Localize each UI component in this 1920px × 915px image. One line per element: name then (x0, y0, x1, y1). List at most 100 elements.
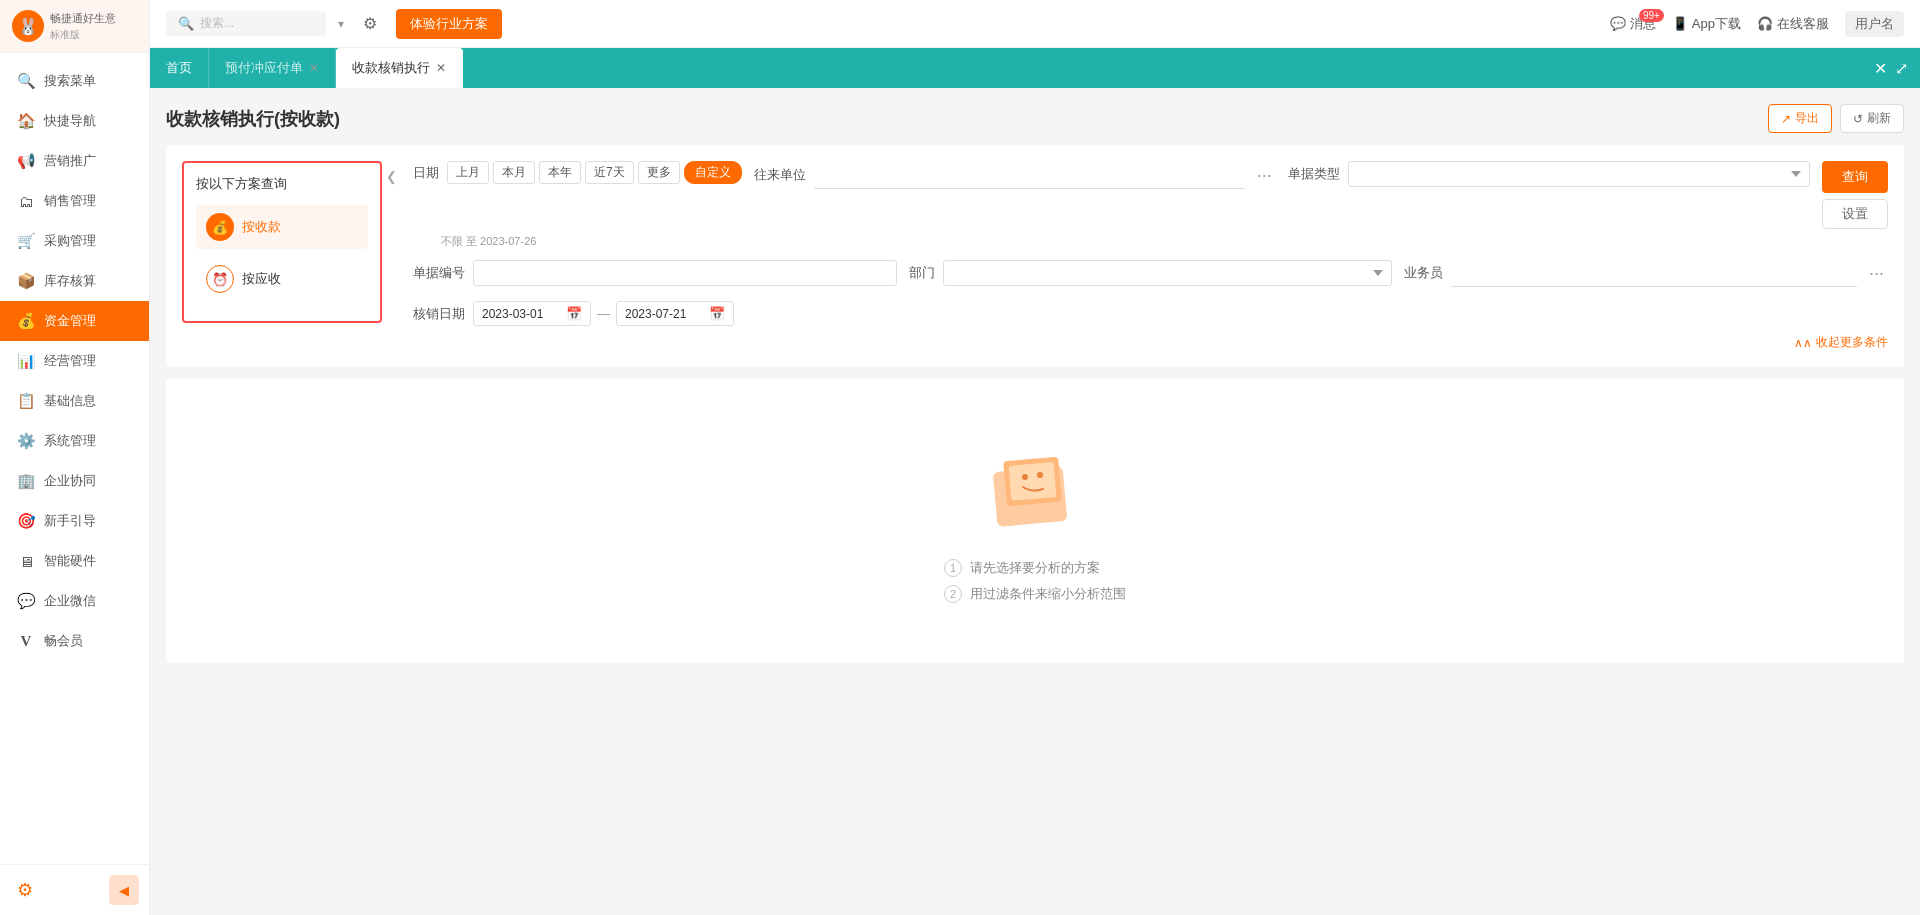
counterpart-label: 往来单位 (754, 166, 806, 184)
sidebar-item-purchase[interactable]: 🛒 采购管理 (0, 221, 149, 261)
close-prepay-tab[interactable]: ✕ (309, 61, 319, 75)
system-icon: ⚙️ (16, 431, 36, 451)
svg-point-4 (1037, 472, 1043, 478)
writeoff-date-label: 核销日期 (413, 305, 465, 323)
sidebar-item-inventory[interactable]: 📦 库存核算 (0, 261, 149, 301)
topbar: 🔍 搜索... ▾ ⚙ 体验行业方案 💬 消息 99+ 📱 App下载 🎧 在线… (150, 0, 1920, 48)
sidebar: 🐰 畅捷通好生意 标准版 🔍 搜索菜单 🏠 快捷导航 📢 营销推广 🗂 销售管理… (0, 0, 150, 915)
writeoff-date-range: 📅 — 📅 (473, 301, 734, 326)
setting-button[interactable]: 设置 (1822, 199, 1888, 229)
online-service-button[interactable]: 🎧 在线客服 (1757, 15, 1829, 33)
svg-rect-2 (1009, 462, 1057, 501)
main-content: 🔍 搜索... ▾ ⚙ 体验行业方案 💬 消息 99+ 📱 App下载 🎧 在线… (150, 0, 1920, 915)
date-label: 日期 (413, 164, 439, 182)
topbar-gear-icon[interactable]: ⚙ (356, 10, 384, 38)
tab-prepay[interactable]: 预付冲应付单 ✕ (209, 48, 336, 88)
topbar-search[interactable]: 🔍 搜索... (166, 11, 326, 36)
refresh-button[interactable]: ↺ 刷新 (1840, 104, 1904, 133)
this-month-btn[interactable]: 本月 (493, 161, 535, 184)
filter-container: 按以下方案查询 💰 按收款 ⏰ 按应收 ❮ (166, 145, 1904, 367)
close-all-tabs-button[interactable]: ✕ (1874, 59, 1887, 78)
sidebar-item-quicknav[interactable]: 🏠 快捷导航 (0, 101, 149, 141)
message-badge: 99+ (1639, 9, 1664, 22)
dept-select[interactable] (943, 260, 1393, 286)
export-button[interactable]: ↗ 导出 (1768, 104, 1832, 133)
sidebar-item-guide[interactable]: 🎯 新手引导 (0, 501, 149, 541)
topbar-dropdown[interactable]: ▾ (338, 17, 344, 31)
sales-icon: 🗂 (16, 191, 36, 211)
hardware-icon: 🖥 (16, 551, 36, 571)
receivable-option-icon: ⏰ (206, 265, 234, 293)
settings-button[interactable]: ⚙ (10, 875, 40, 905)
sidebar-item-operations[interactable]: 📊 经营管理 (0, 341, 149, 381)
counterpart-dots[interactable]: ··· (1253, 165, 1276, 186)
sidebar-item-enterprise[interactable]: 🏢 企业协同 (0, 461, 149, 501)
receipt-option-label: 按收款 (242, 218, 281, 236)
writeoff-date-start-input[interactable] (482, 307, 562, 321)
home-icon: 🏠 (16, 111, 36, 131)
logo-icon: 🐰 (12, 10, 44, 42)
inventory-icon: 📦 (16, 271, 36, 291)
query-panel: 按以下方案查询 💰 按收款 ⏰ 按应收 (182, 161, 382, 323)
sidebar-item-search[interactable]: 🔍 搜索菜单 (0, 61, 149, 101)
basic-icon: 📋 (16, 391, 36, 411)
custom-date-btn[interactable]: 自定义 (684, 161, 742, 184)
tab-receipt[interactable]: 收款核销执行 ✕ (336, 48, 463, 88)
last-month-btn[interactable]: 上月 (447, 161, 489, 184)
query-panel-title: 按以下方案查询 (196, 175, 368, 193)
funds-icon: 💰 (16, 311, 36, 331)
empty-hints: 1 请先选择要分析的方案 2 用过滤条件来缩小分析范围 (944, 559, 1126, 603)
page-content: 收款核销执行(按收款) ↗ 导出 ↺ 刷新 按以下方案查询 💰 (150, 88, 1920, 915)
purchase-icon: 🛒 (16, 231, 36, 251)
sidebar-item-member[interactable]: V 畅会员 (0, 621, 149, 661)
calendar-start-icon[interactable]: 📅 (566, 306, 582, 321)
sidebar-item-wechat[interactable]: 💬 企业微信 (0, 581, 149, 621)
app-download-button[interactable]: 📱 App下载 (1672, 15, 1741, 33)
calendar-end-icon[interactable]: 📅 (709, 306, 725, 321)
svg-point-3 (1022, 474, 1028, 480)
receivable-option-label: 按应收 (242, 270, 281, 288)
sidebar-item-marketing[interactable]: 📢 营销推广 (0, 141, 149, 181)
empty-hint-2: 2 用过滤条件来缩小分析范围 (944, 585, 1126, 603)
collapse-sidebar-button[interactable]: ◀ (109, 875, 139, 905)
empty-illustration (975, 439, 1095, 539)
query-button[interactable]: 查询 (1822, 161, 1888, 193)
close-receipt-tab[interactable]: ✕ (436, 61, 446, 75)
query-option-by-receipt[interactable]: 💰 按收款 (196, 205, 368, 249)
writeoff-date-end-input[interactable] (625, 307, 705, 321)
collapse-more-button[interactable]: ∧∧ 收起更多条件 (413, 334, 1888, 351)
collapse-panel-button[interactable]: ❮ (382, 161, 401, 192)
empty-hint-1: 1 请先选择要分析的方案 (944, 559, 1126, 577)
date-quick-select: 上月 本月 本年 近7天 更多 自定义 (447, 161, 742, 184)
filter-fields: 日期 上月 本月 本年 近7天 更多 自定义 往来单位 ··· (413, 161, 1888, 351)
expand-button[interactable]: ⤢ (1895, 59, 1908, 78)
staff-dots[interactable]: ··· (1865, 263, 1888, 284)
receipt-option-icon: 💰 (206, 213, 234, 241)
tab-home[interactable]: 首页 (150, 48, 209, 88)
dept-label: 部门 (909, 264, 935, 282)
query-option-by-receivable[interactable]: ⏰ 按应收 (196, 257, 368, 301)
more-btn[interactable]: 更多 (638, 161, 680, 184)
empty-svg (975, 439, 1095, 539)
topbar-right: 💬 消息 99+ 📱 App下载 🎧 在线客服 用户名 (1610, 11, 1904, 37)
this-year-btn[interactable]: 本年 (539, 161, 581, 184)
sidebar-item-hardware[interactable]: 🖥 智能硬件 (0, 541, 149, 581)
headset-icon: 🎧 (1757, 16, 1773, 31)
user-menu[interactable]: 用户名 (1845, 11, 1904, 37)
bill-type-select[interactable] (1348, 161, 1810, 187)
sidebar-item-system[interactable]: ⚙️ 系统管理 (0, 421, 149, 461)
date-separator: — (597, 306, 610, 321)
solution-button[interactable]: 体验行业方案 (396, 9, 502, 39)
message-button[interactable]: 💬 消息 99+ (1610, 15, 1656, 33)
bill-no-label: 单据编号 (413, 264, 465, 282)
tabbar: 首页 预付冲应付单 ✕ 收款核销执行 ✕ ✕ ⤢ (150, 48, 1920, 88)
last-7-days-btn[interactable]: 近7天 (585, 161, 634, 184)
sidebar-item-sales[interactable]: 🗂 销售管理 (0, 181, 149, 221)
message-icon: 💬 (1610, 16, 1626, 31)
bill-no-input[interactable] (473, 260, 897, 286)
sidebar-item-funds[interactable]: 💰 资金管理 (0, 301, 149, 341)
chevron-left-icon: ❮ (386, 169, 397, 184)
mobile-icon: 📱 (1672, 16, 1688, 31)
writeoff-date-start-wrap: 📅 (473, 301, 591, 326)
sidebar-item-basic[interactable]: 📋 基础信息 (0, 381, 149, 421)
